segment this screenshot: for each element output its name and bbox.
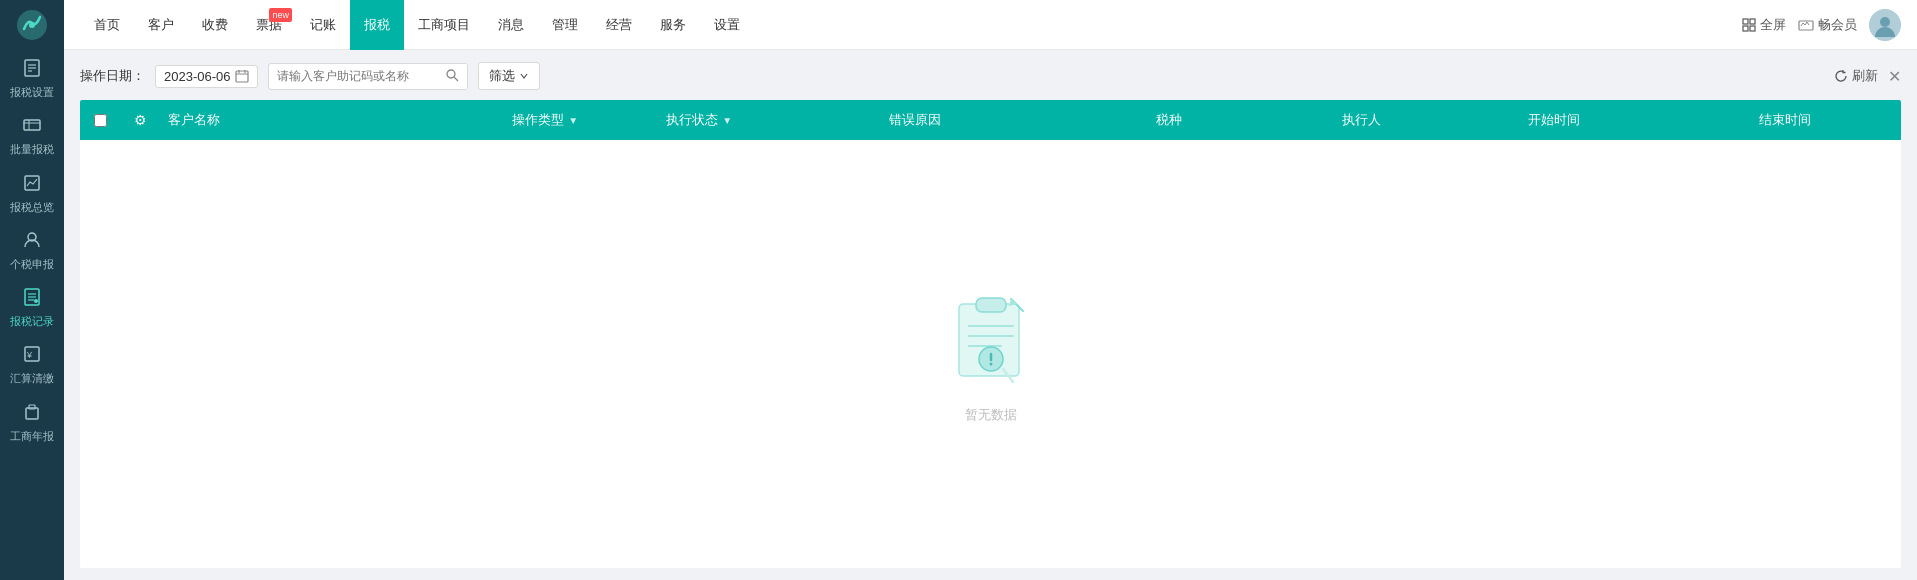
new-badge: new [269,8,292,22]
th-checkbox [80,100,120,140]
sidebar-item-huisuan-jiaona[interactable]: ¥ 汇算清缴 [0,336,64,393]
chevron-down-icon [519,71,529,81]
th-error-reason: 错误原因 [776,100,1053,140]
fullscreen-button[interactable]: 全屏 [1742,16,1786,34]
svg-point-1 [29,22,35,28]
sidebar-label-baoshui-shezhi: 报税设置 [10,85,54,99]
topnav: 首页 客户 收费 票据 new 记账 报税 工商项目 消息 管理 经营 服务 设… [64,0,1917,50]
fullscreen-icon [1742,18,1756,32]
search-button[interactable] [437,64,467,89]
th-end-time: 结束时间 [1670,100,1901,140]
table-body: 暂无数据 [80,140,1901,568]
th-executor: 执行人 [1285,100,1439,140]
main-container: 首页 客户 收费 票据 new 记账 报税 工商项目 消息 管理 经营 服务 设… [64,0,1917,580]
search-input[interactable] [269,65,437,87]
date-picker[interactable]: 2023-06-06 [155,65,258,88]
baoshui-zonglang-icon [22,173,42,198]
table-wrapper: ⚙ 客户名称 操作类型 ▼ 执行状态 ▼ 错误原因 税种 [80,100,1901,568]
date-label: 操作日期： [80,67,145,85]
nav-gongshang-xiangmu[interactable]: 工商项目 [404,0,484,50]
nav-guanli[interactable]: 管理 [538,0,592,50]
filter-button[interactable]: 筛选 [478,62,540,90]
avatar-icon [1869,9,1901,41]
select-all-checkbox[interactable] [94,114,107,127]
sidebar-label-baoshui-jilu: 报税记录 [10,314,54,328]
sidebar-label-gongshang-nianbao: 工商年报 [10,429,54,443]
nav-fuwu[interactable]: 服务 [646,0,700,50]
huisuan-jiaona-icon: ¥ [22,344,42,369]
svg-point-15 [34,299,38,303]
nav-kehu[interactable]: 客户 [134,0,188,50]
close-button[interactable]: ✕ [1888,67,1901,86]
topnav-menu: 首页 客户 收费 票据 new 记账 报税 工商项目 消息 管理 经营 服务 设… [80,0,1742,50]
svg-point-31 [447,70,455,78]
table-header: ⚙ 客户名称 操作类型 ▼ 执行状态 ▼ 错误原因 税种 [80,100,1901,140]
piliang-baoshui-icon [22,115,42,140]
sidebar-item-baoshui-jilu[interactable]: 报税记录 [0,279,64,336]
sidebar-label-geshuisheqing: 个税申报 [10,257,54,271]
svg-rect-34 [976,298,1006,312]
svg-rect-21 [1750,19,1755,24]
gongshang-nianbao-icon [22,402,42,427]
sort-icon-exec-status: ▼ [722,115,732,126]
refresh-button[interactable]: 刷新 [1834,67,1878,85]
vip-icon [1798,17,1814,33]
nav-shezhi[interactable]: 设置 [700,0,754,50]
empty-state: 暂无数据 [941,284,1041,424]
sort-icon-op-type: ▼ [568,115,578,126]
th-tax-type: 税种 [1054,100,1285,140]
th-client-name: 客户名称 [160,100,468,140]
svg-rect-6 [24,120,40,130]
date-value: 2023-06-06 [164,69,231,84]
nav-xiaoxi[interactable]: 消息 [484,0,538,50]
baoshui-jilu-icon [22,287,42,312]
svg-text:¥: ¥ [26,350,33,360]
svg-point-26 [1880,17,1890,27]
settings-gear-icon[interactable]: ⚙ [134,112,147,128]
sidebar-logo [0,0,64,50]
nav-baoshui[interactable]: 报税 [350,0,404,50]
content-area: 操作日期： 2023-06-06 [64,50,1917,580]
th-op-type: 操作类型 ▼ [468,100,622,140]
svg-rect-18 [26,408,38,419]
avatar[interactable] [1869,9,1901,41]
sidebar-item-baoshui-shezhi[interactable]: 报税设置 [0,50,64,107]
th-start-time: 开始时间 [1439,100,1670,140]
sidebar-item-geshuisheqing[interactable]: 个税申报 [0,222,64,279]
svg-rect-20 [1743,19,1748,24]
sidebar-label-piliang-baoshui: 批量报税 [10,142,54,156]
svg-point-40 [989,363,992,366]
nav-shoufei[interactable]: 收费 [188,0,242,50]
calendar-icon [235,69,249,83]
nav-piaoju[interactable]: 票据 new [242,0,296,50]
filter-label-text: 筛选 [489,67,515,85]
sidebar-item-baoshui-zonglang[interactable]: 报税总览 [0,165,64,222]
empty-illustration [941,284,1041,394]
nav-jizhang[interactable]: 记账 [296,0,350,50]
th-settings: ⚙ [120,100,160,140]
empty-text: 暂无数据 [965,406,1017,424]
nav-home[interactable]: 首页 [80,0,134,50]
filter-bar: 操作日期： 2023-06-06 [80,62,1901,90]
vip-button[interactable]: 畅会员 [1798,16,1857,34]
search-icon [445,68,459,82]
th-exec-status: 执行状态 ▼ [622,100,776,140]
svg-line-32 [454,77,458,81]
nav-jingying[interactable]: 经营 [592,0,646,50]
svg-rect-27 [236,71,248,82]
search-box [268,63,468,90]
svg-rect-23 [1750,26,1755,31]
refresh-label: 刷新 [1852,67,1878,85]
refresh-icon [1834,69,1848,83]
sidebar-label-baoshui-zonglang: 报税总览 [10,200,54,214]
topnav-right: 全屏 畅会员 [1742,9,1901,41]
sidebar-item-piliang-baoshui[interactable]: 批量报税 [0,107,64,164]
sidebar-item-gongshang-nianbao[interactable]: 工商年报 [0,394,64,451]
baoshui-shezhi-icon [22,58,42,83]
sidebar-label-huisuan-jiaona: 汇算清缴 [10,371,54,385]
sidebar: 报税设置 批量报税 报税总览 个税申报 [0,0,64,580]
geshuisheqing-icon [22,230,42,255]
svg-rect-22 [1743,26,1748,31]
